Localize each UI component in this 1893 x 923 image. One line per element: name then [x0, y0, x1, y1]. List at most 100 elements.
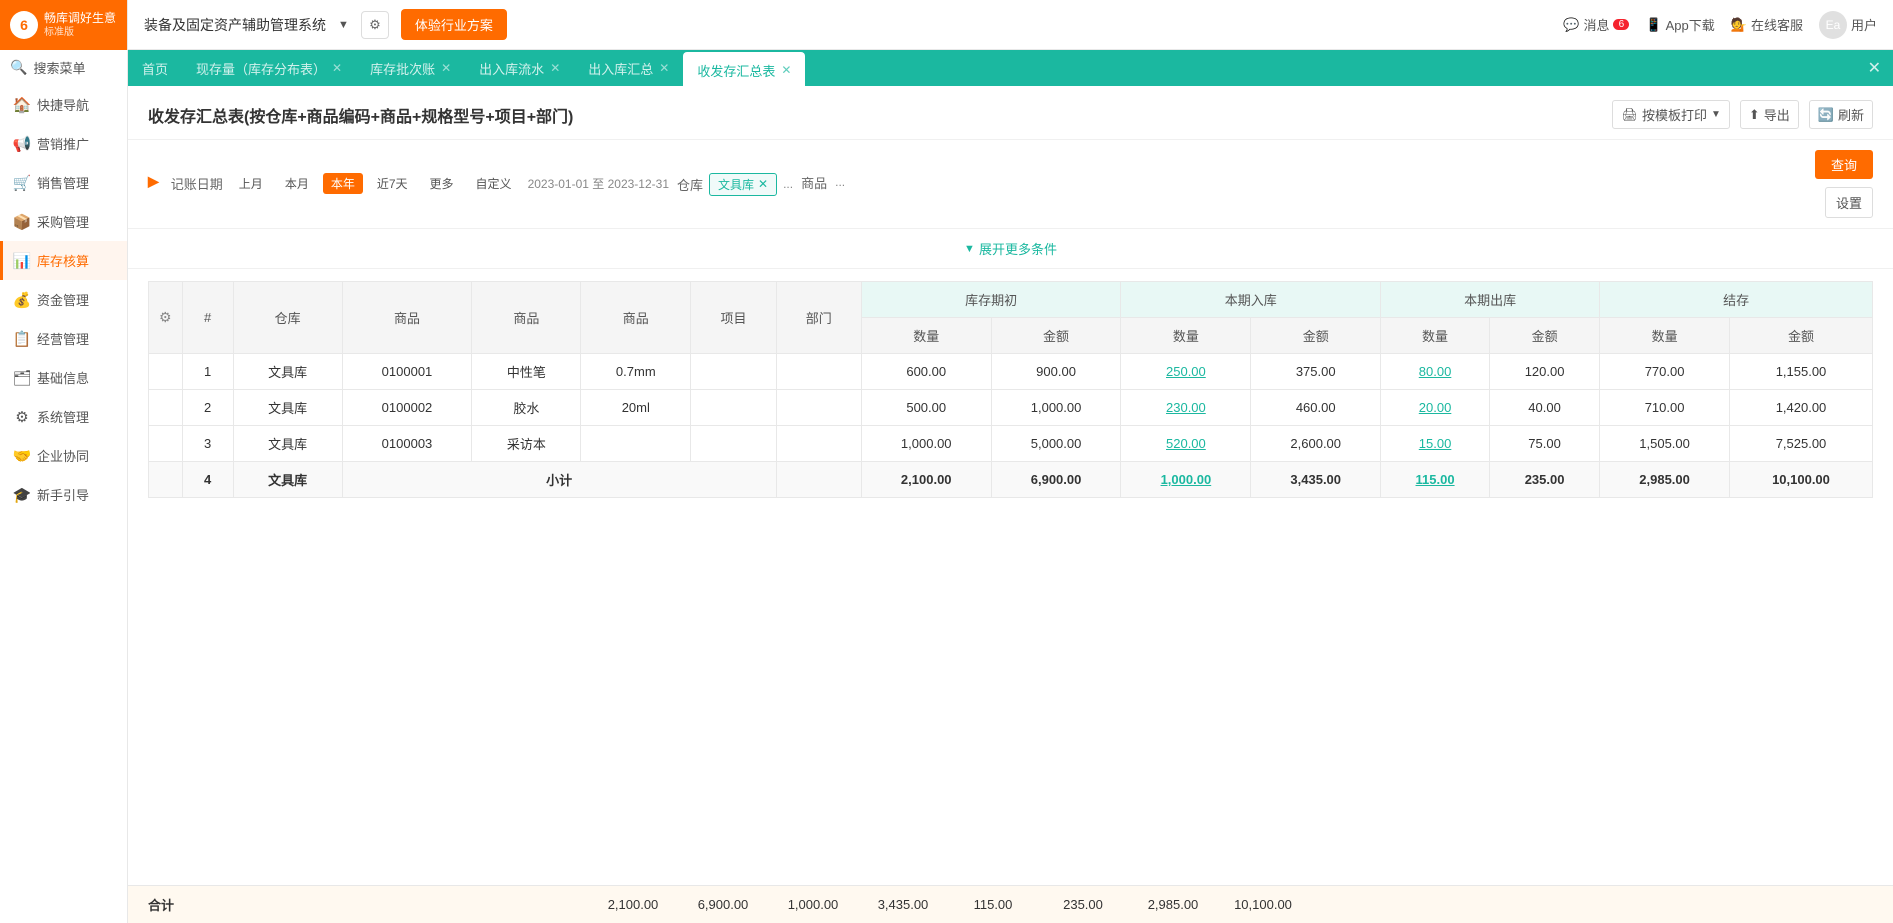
sidebar-item-purchase[interactable]: 📦采购管理 [0, 202, 127, 241]
sidebar-header[interactable]: 6 畅库调好生意 标准版 [0, 0, 127, 50]
set-button[interactable]: 设置 [1825, 187, 1873, 218]
tab-label: 出入库汇总 [588, 59, 653, 78]
sidebar-item-base-info[interactable]: 🗂基础信息 [0, 358, 127, 397]
col-settings-icon[interactable]: ⚙ [159, 309, 172, 325]
print-button[interactable]: 🖨 按模板打印 ▼ [1612, 100, 1729, 129]
date-tag-this-month[interactable]: 本月 [277, 173, 317, 194]
subtotal-open-amt: 6,900.00 [991, 462, 1121, 498]
col-warehouse-header: 仓库 [233, 282, 342, 354]
export-button[interactable]: ⬆ 导出 [1740, 100, 1799, 129]
cell-out-qty-1[interactable]: 20.00 [1381, 390, 1490, 426]
total-open-amt: 6,900.00 [678, 897, 768, 912]
date-tag-this-year[interactable]: 本年 [323, 173, 363, 194]
cell-in-qty-0[interactable]: 250.00 [1121, 354, 1251, 390]
bottom-total-bar: 合计 2,100.00 6,900.00 1,000.00 3,435.00 1… [128, 885, 1893, 923]
tab-close-batch[interactable]: ✕ [441, 61, 451, 75]
expand-conditions-btn[interactable]: ▼ 展开更多条件 [956, 235, 1065, 262]
search-menu[interactable]: 🔍 搜索菜单 [0, 50, 127, 85]
cell-project-0 [691, 354, 776, 390]
date-tag-last-month[interactable]: 上月 [231, 173, 271, 194]
tab-home[interactable]: 首页 [128, 50, 182, 86]
sidebar-item-guide[interactable]: 🎓新手引导 [0, 475, 127, 514]
app-download-action[interactable]: 📱 App下载 [1645, 15, 1714, 34]
settings-button[interactable]: ⚙ [361, 11, 389, 39]
col-opening-qty-header: 数量 [861, 318, 991, 354]
date-tag-7days[interactable]: 近7天 [369, 173, 416, 194]
online-service-action[interactable]: 💁 在线客服 [1731, 15, 1803, 34]
cell-in-qty-1[interactable]: 230.00 [1121, 390, 1251, 426]
cell-spec-2 [581, 426, 691, 462]
date-tag-more[interactable]: 更多 [422, 173, 462, 194]
tab-recv-send-summary[interactable]: 收发存汇总表 ✕ [683, 52, 805, 86]
content-area: 收发存汇总表(按仓库+商品编码+商品+规格型号+项目+部门) 🖨 按模板打印 ▼… [128, 86, 1893, 923]
tab-close-recv-send-summary[interactable]: ✕ [781, 63, 791, 77]
col-closing-qty-header: 数量 [1600, 318, 1730, 354]
sidebar-item-enterprise[interactable]: 🤝企业协同 [0, 436, 127, 475]
cell-settings-2 [149, 426, 183, 462]
sidebar-item-quick-nav[interactable]: 🏠快捷导航 [0, 85, 127, 124]
cell-in-qty-2[interactable]: 520.00 [1121, 426, 1251, 462]
cell-out-qty-0[interactable]: 80.00 [1381, 354, 1490, 390]
avatar: Ea [1819, 11, 1847, 39]
product-more-btn[interactable]: ... [835, 175, 845, 189]
tab-close-inout-summary[interactable]: ✕ [659, 61, 669, 75]
total-close-qty: 2,985.00 [1128, 897, 1218, 912]
cell-out-amt-0: 120.00 [1489, 354, 1599, 390]
tab-inout-summary[interactable]: 出入库汇总 ✕ [574, 50, 683, 86]
tab-batch[interactable]: 库存批次账✕ [356, 50, 465, 86]
cell-settings-0 [149, 354, 183, 390]
remove-warehouse-tag[interactable]: ✕ [758, 177, 768, 191]
sidebar-item-sales[interactable]: 🛒销售管理 [0, 163, 127, 202]
tab-label: 首页 [142, 59, 168, 78]
sidebar-item-label: 经营管理 [37, 329, 89, 348]
top-bar-left: 装备及固定资产辅助管理系统 ▼ ⚙ 体验行业方案 [144, 9, 507, 40]
cell-open-amt-0: 900.00 [991, 354, 1121, 390]
query-button[interactable]: 查询 [1815, 150, 1873, 179]
tab-label: 现存量（库存分布表） [196, 59, 326, 78]
sidebar-item-system[interactable]: ⚙系统管理 [0, 397, 127, 436]
tab-close-inout-flow[interactable]: ✕ [550, 61, 560, 75]
table-row: 1 文具库 0100001 中性笔 0.7mm 600.00 900.00 25… [149, 354, 1873, 390]
cell-in-amt-1: 460.00 [1251, 390, 1381, 426]
sidebar-item-operations[interactable]: 📋 经营管理 [0, 319, 127, 358]
operations-icon: 📋 [13, 330, 31, 348]
subtotal-in-qty[interactable]: 1,000.00 [1121, 462, 1251, 498]
cell-warehouse-0: 文具库 [233, 354, 342, 390]
tab-inventory-dist[interactable]: 现存量（库存分布表） ✕ [182, 50, 356, 86]
system-title: 装备及固定资产辅助管理系统 [144, 15, 326, 35]
warehouse-tag[interactable]: 文具库 ✕ [709, 173, 777, 196]
cell-out-qty-2[interactable]: 15.00 [1381, 426, 1490, 462]
product-filter-label: 商品 [801, 173, 827, 192]
page-actions: 🖨 按模板打印 ▼ ⬆ 导出 🔄 刷新 [1612, 100, 1873, 129]
sales-icon: 🛒 [13, 174, 31, 192]
total-out-amt: 235.00 [1038, 897, 1128, 912]
table-row: 3 文具库 0100003 采访本 1,000.00 5,000.00 520.… [149, 426, 1873, 462]
tab-label: 收发存汇总表 [697, 61, 775, 80]
sidebar-item-finance[interactable]: 💰资金管理 [0, 280, 127, 319]
sidebar-item-inventory[interactable]: 📊库存核算 [0, 241, 127, 280]
finance-icon: 💰 [13, 291, 31, 309]
tab-inout-flow[interactable]: 出入库流水✕ [465, 50, 574, 86]
tab-close-inventory-dist[interactable]: ✕ [332, 61, 342, 75]
close-all-tabs[interactable]: ✕ [1856, 58, 1893, 78]
product-filter-section: 商品 ... [801, 173, 845, 192]
expand-row-button[interactable]: ▶ [148, 173, 159, 190]
app-logo: 6 [10, 11, 38, 39]
col-settings-header[interactable]: ⚙ [149, 282, 183, 354]
cell-close-amt-1: 1,420.00 [1729, 390, 1872, 426]
top-bar: 装备及固定资产辅助管理系统 ▼ ⚙ 体验行业方案 💬 消息 6 📱 App下载 [128, 0, 1893, 50]
sidebar-item-marketing[interactable]: 📢营销推广 [0, 124, 127, 163]
subtotal-out-qty[interactable]: 115.00 [1381, 462, 1490, 498]
cell-code-1: 0100002 [342, 390, 472, 426]
warehouse-more-btn[interactable]: ... [783, 177, 793, 191]
refresh-button[interactable]: 🔄 刷新 [1809, 100, 1873, 129]
system-selector[interactable]: ▼ [338, 19, 349, 31]
col-closing-amt-header: 金额 [1729, 318, 1872, 354]
date-tag-custom[interactable]: 自定义 [468, 173, 520, 194]
notification-action[interactable]: 💬 消息 6 [1563, 15, 1629, 34]
cell-name-0: 中性笔 [472, 354, 581, 390]
top-bar-right: 💬 消息 6 📱 App下载 💁 在线客服 Ea 用户 [1563, 11, 1877, 39]
trial-button[interactable]: 体验行业方案 [401, 9, 507, 40]
user-action[interactable]: Ea 用户 [1819, 11, 1877, 39]
cell-dept-2 [776, 426, 861, 462]
